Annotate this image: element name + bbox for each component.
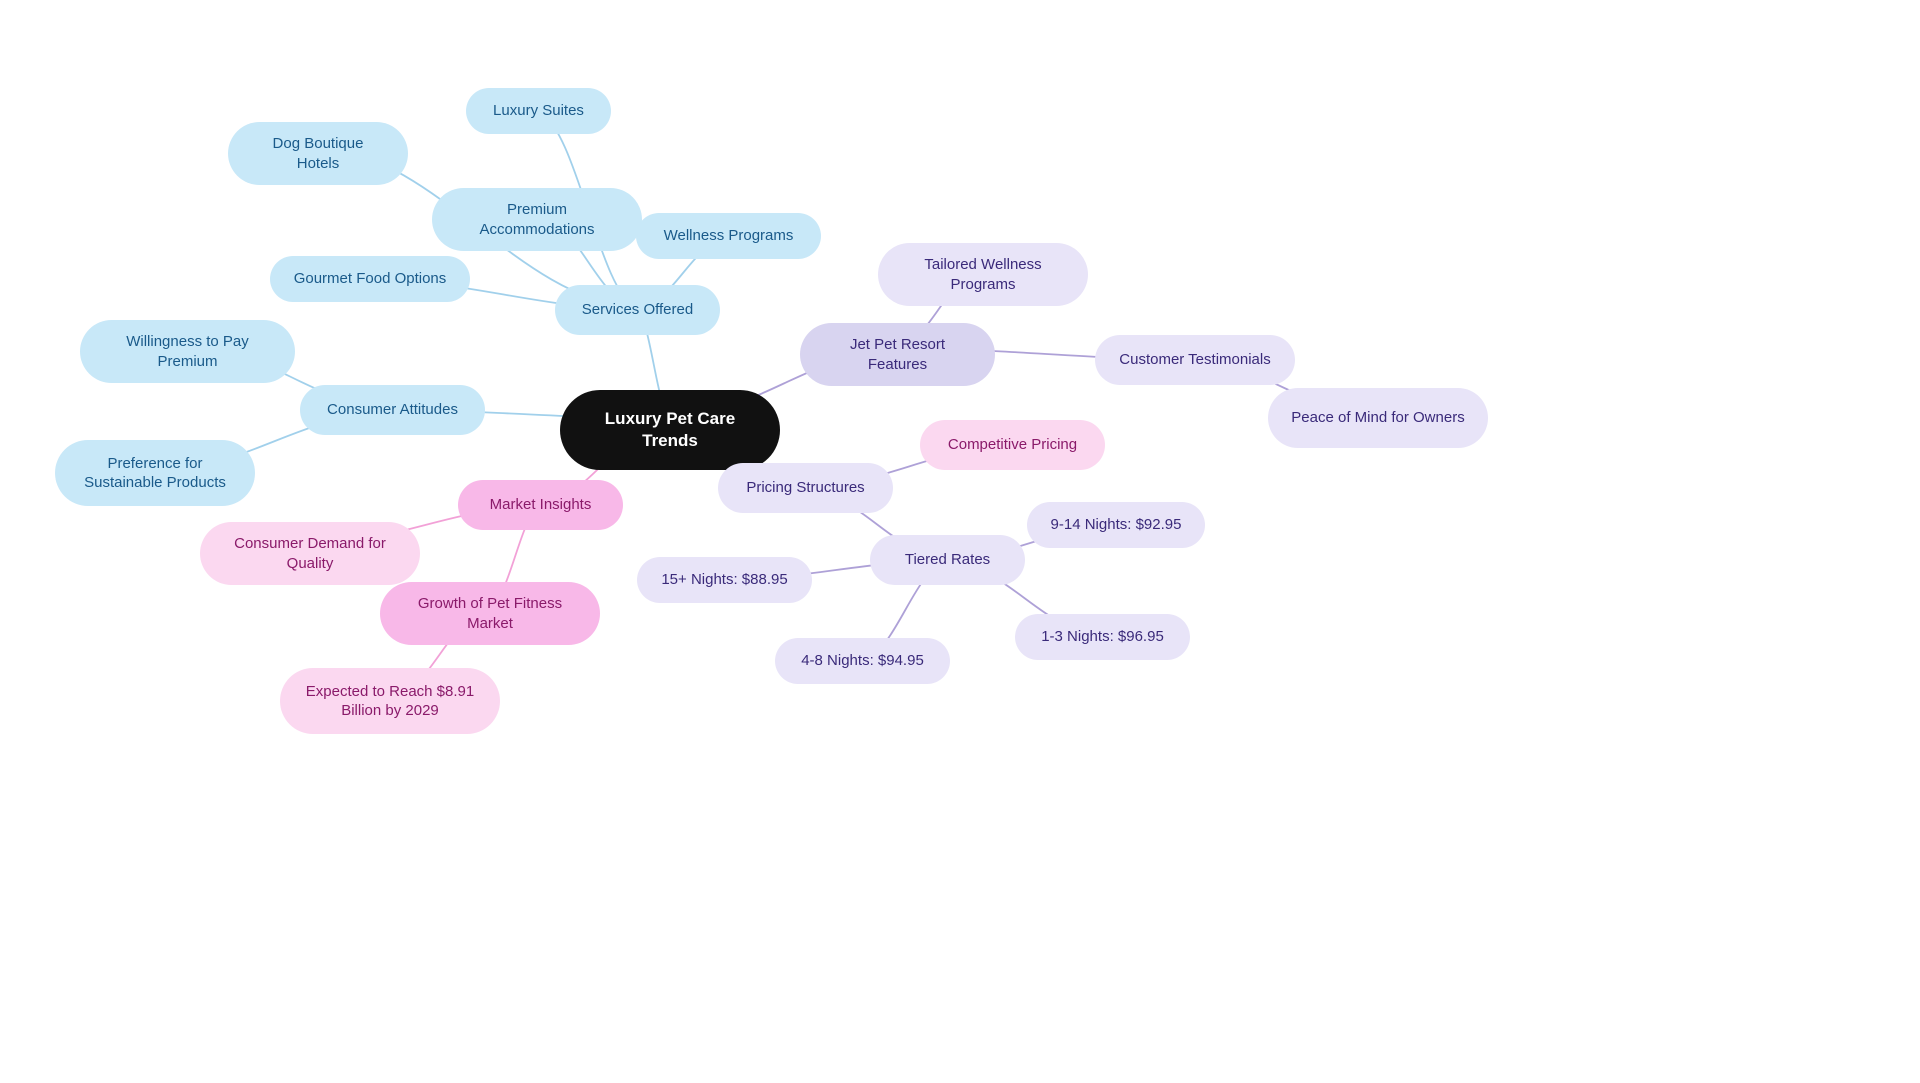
node-nights_9_14: 9-14 Nights: $92.95: [1027, 502, 1205, 548]
node-label-growth_pet_fitness: Growth of Pet Fitness Market: [402, 594, 578, 633]
node-label-dog_boutique: Dog Boutique Hotels: [250, 134, 386, 173]
node-label-jet_pet_resort: Jet Pet Resort Features: [822, 335, 973, 374]
node-consumer_demand: Consumer Demand for Quality: [200, 522, 420, 585]
node-preference_sustainable: Preference for Sustainable Products: [55, 440, 255, 506]
node-label-pricing_structures: Pricing Structures: [746, 478, 864, 498]
node-customer_testimonials: Customer Testimonials: [1095, 335, 1295, 385]
node-consumer_attitudes: Consumer Attitudes: [300, 385, 485, 435]
node-peace_of_mind: Peace of Mind for Owners: [1268, 388, 1488, 448]
node-label-luxury_suites: Luxury Suites: [493, 101, 584, 121]
mindmap-container: Luxury Pet Care Trends Services Offered Lu…: [0, 0, 1920, 1083]
node-label-consumer_attitudes: Consumer Attitudes: [327, 400, 458, 420]
node-dog_boutique: Dog Boutique Hotels: [228, 122, 408, 185]
node-gourmet_food: Gourmet Food Options: [270, 256, 470, 302]
node-label-preference_sustainable: Preference for Sustainable Products: [77, 454, 233, 493]
node-label-market_insights: Market Insights: [490, 495, 592, 515]
node-services_offered: Services Offered: [555, 285, 720, 335]
node-tailored_wellness: Tailored Wellness Programs: [878, 243, 1088, 306]
node-label-customer_testimonials: Customer Testimonials: [1119, 350, 1270, 370]
node-competitive_pricing: Competitive Pricing: [920, 420, 1105, 470]
node-label-expected_reach: Expected to Reach $8.91 Billion by 2029: [302, 682, 478, 721]
node-label-tiered_rates: Tiered Rates: [905, 550, 990, 570]
node-nights_15plus: 15+ Nights: $88.95: [637, 557, 812, 603]
node-label-tailored_wellness: Tailored Wellness Programs: [900, 255, 1066, 294]
node-center: Luxury Pet Care Trends: [560, 390, 780, 470]
node-jet_pet_resort: Jet Pet Resort Features: [800, 323, 995, 386]
node-label-peace_of_mind: Peace of Mind for Owners: [1291, 408, 1464, 428]
node-pricing_structures: Pricing Structures: [718, 463, 893, 513]
node-label-nights_15plus: 15+ Nights: $88.95: [661, 570, 787, 590]
node-expected_reach: Expected to Reach $8.91 Billion by 2029: [280, 668, 500, 734]
node-label-nights_4_8: 4-8 Nights: $94.95: [801, 651, 924, 671]
node-label-wellness_programs_blue: Wellness Programs: [664, 226, 794, 246]
node-willingness_pay: Willingness to Pay Premium: [80, 320, 295, 383]
node-label-premium_accommodations: Premium Accommodations: [454, 200, 620, 239]
node-label-competitive_pricing: Competitive Pricing: [948, 435, 1077, 455]
node-growth_pet_fitness: Growth of Pet Fitness Market: [380, 582, 600, 645]
node-market_insights: Market Insights: [458, 480, 623, 530]
node-label-nights_9_14: 9-14 Nights: $92.95: [1051, 515, 1182, 535]
node-label-services_offered: Services Offered: [582, 300, 693, 320]
node-nights_4_8: 4-8 Nights: $94.95: [775, 638, 950, 684]
node-label-consumer_demand: Consumer Demand for Quality: [222, 534, 398, 573]
node-label-gourmet_food: Gourmet Food Options: [294, 269, 447, 289]
node-wellness_programs_blue: Wellness Programs: [636, 213, 821, 259]
node-label-willingness_pay: Willingness to Pay Premium: [102, 332, 273, 371]
node-label-nights_1_3: 1-3 Nights: $96.95: [1041, 627, 1164, 647]
node-tiered_rates: Tiered Rates: [870, 535, 1025, 585]
node-luxury_suites: Luxury Suites: [466, 88, 611, 134]
node-label-center: Luxury Pet Care Trends: [592, 408, 748, 452]
node-premium_accommodations: Premium Accommodations: [432, 188, 642, 251]
node-nights_1_3: 1-3 Nights: $96.95: [1015, 614, 1190, 660]
